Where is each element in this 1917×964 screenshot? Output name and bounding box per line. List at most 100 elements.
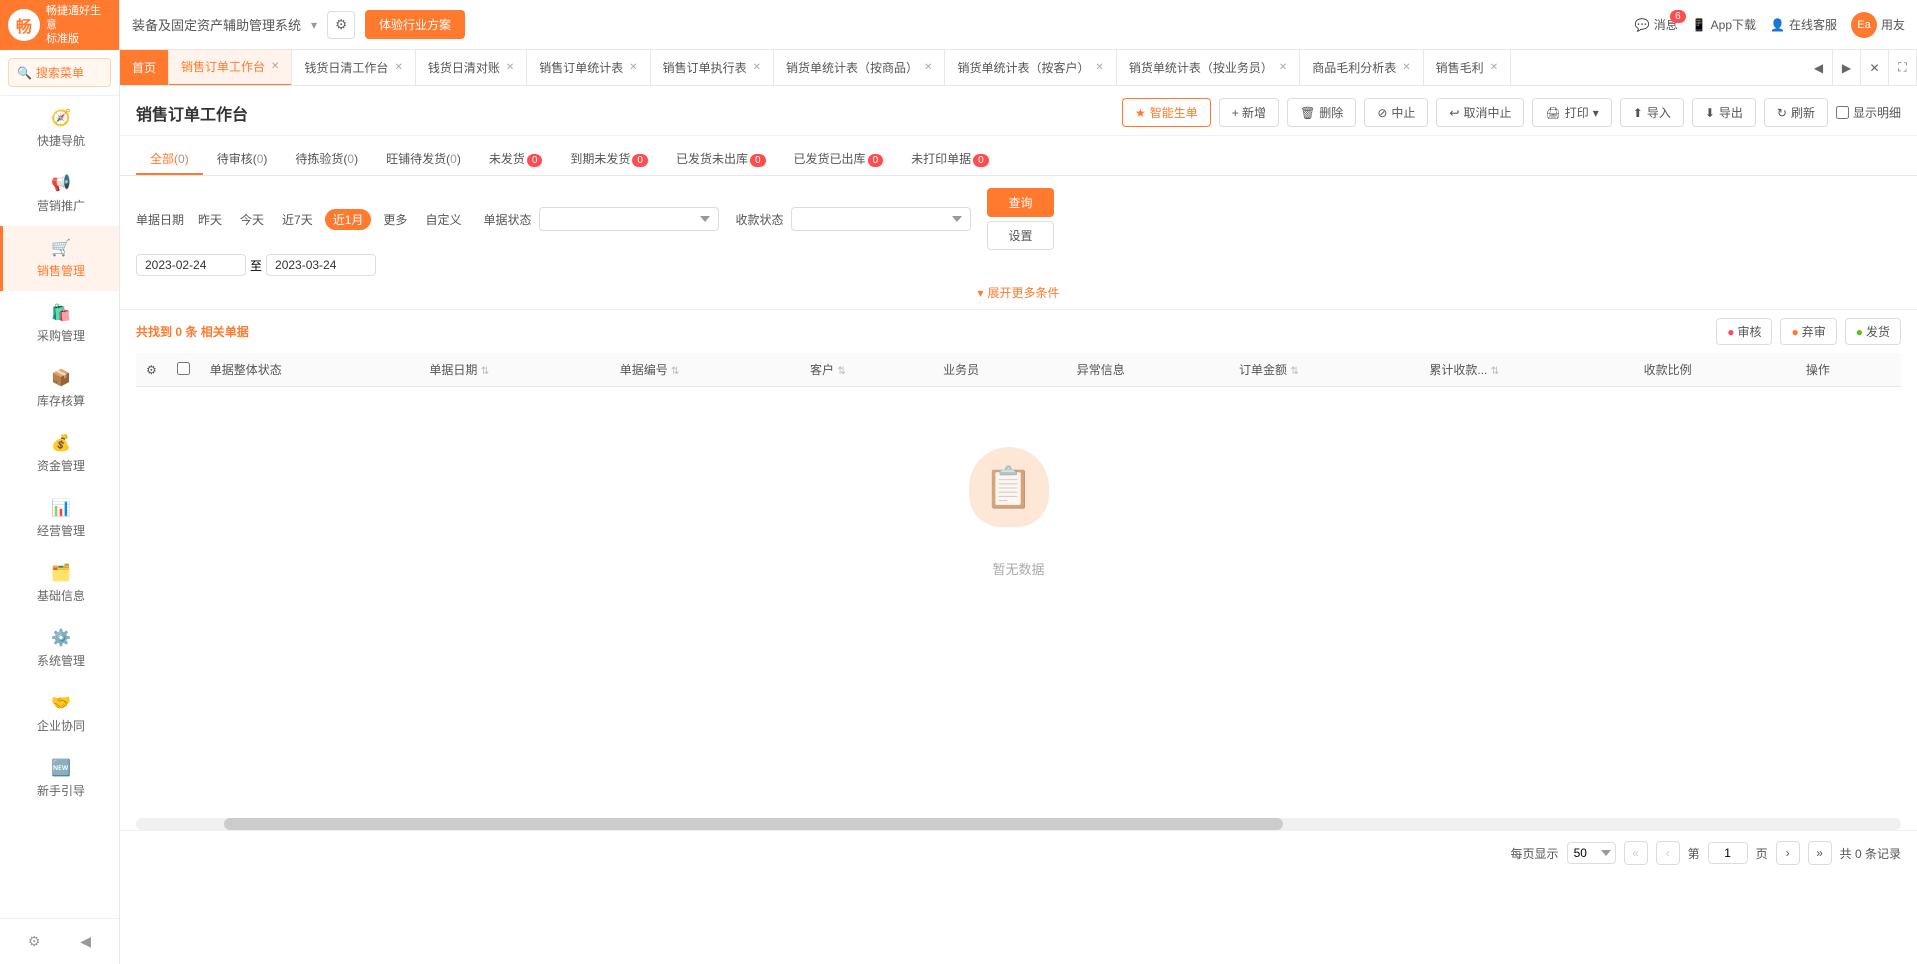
tab-close-icon[interactable]: ✕ bbox=[394, 62, 402, 73]
message-button[interactable]: 💬 消息 6 bbox=[1635, 16, 1678, 33]
import-button[interactable]: ⬆ 导入 bbox=[1620, 98, 1684, 127]
th-customer[interactable]: 客户 ⇅ bbox=[800, 353, 933, 387]
industry-solution-button[interactable]: 体验行业方案 bbox=[365, 10, 465, 39]
sidebar-item-operations[interactable]: 📊 经营管理 bbox=[0, 486, 119, 551]
sidebar-item-marketing[interactable]: 📢 营销推广 bbox=[0, 161, 119, 226]
show-detail-checkbox[interactable] bbox=[1836, 106, 1849, 119]
page-size-select[interactable]: 50 10 20 100 bbox=[1567, 842, 1616, 864]
tab-cash-reconcile[interactable]: 钱货日清对账 ✕ bbox=[416, 50, 527, 86]
print-button[interactable]: 🖨 打印 ▾ bbox=[1532, 98, 1611, 127]
sort-icon: ⇅ bbox=[671, 366, 679, 377]
filter-tab-expired-unshipped[interactable]: 到期未发货0 bbox=[556, 144, 662, 175]
filter-tab-wangpu[interactable]: 旺铺待发货(0) bbox=[372, 144, 475, 175]
sidebar-item-system[interactable]: ⚙️ 系统管理 bbox=[0, 616, 119, 681]
query-button[interactable]: 查询 bbox=[987, 188, 1053, 217]
th-number[interactable]: 单据编号 ⇅ bbox=[610, 353, 800, 387]
filter-tab-not-printed[interactable]: 未打印单据0 bbox=[897, 144, 1003, 175]
tab-close-icon[interactable]: ✕ bbox=[1279, 62, 1287, 73]
tab-sales-stats-order[interactable]: 销售订单统计表 ✕ bbox=[527, 50, 650, 86]
filter-tab-pending-check[interactable]: 待拣验货(0) bbox=[281, 144, 372, 175]
tab-profit-analysis[interactable]: 商品毛利分析表 ✕ bbox=[1300, 50, 1423, 86]
th-collected[interactable]: 累计收款... ⇅ bbox=[1419, 353, 1633, 387]
cancel-stop-button[interactable]: ↩ 取消中止 bbox=[1436, 98, 1524, 127]
app-download-button[interactable]: 📱 App下载 bbox=[1692, 16, 1756, 33]
refresh-button[interactable]: ↻ 刷新 bbox=[1764, 98, 1828, 127]
tab-close-all-button[interactable]: ✕ bbox=[1861, 50, 1889, 86]
message-icon: 💬 bbox=[1635, 18, 1650, 32]
tab-close-icon[interactable]: ✕ bbox=[753, 62, 761, 73]
online-service-button[interactable]: 👤 在线客服 bbox=[1770, 16, 1837, 33]
delete-icon: 🗑 bbox=[1300, 106, 1315, 120]
sidebar-item-guide[interactable]: 🆕 新手引导 bbox=[0, 746, 119, 811]
tab-sales-gross[interactable]: 销售毛利 ✕ bbox=[1424, 50, 1511, 86]
last7-shortcut[interactable]: 近7天 bbox=[276, 209, 319, 230]
more-shortcut[interactable]: 更多 bbox=[377, 209, 413, 230]
tab-close-icon[interactable]: ✕ bbox=[629, 62, 637, 73]
delete-button[interactable]: 🗑 删除 bbox=[1287, 98, 1356, 127]
tab-expand-button[interactable]: ⛶ bbox=[1889, 50, 1917, 86]
sidebar-item-finance[interactable]: 💰 资金管理 bbox=[0, 421, 119, 486]
th-amount[interactable]: 订单金额 ⇅ bbox=[1229, 353, 1419, 387]
sidebar-item-purchase[interactable]: 🛍️ 采购管理 bbox=[0, 291, 119, 356]
page-number-input[interactable] bbox=[1708, 842, 1748, 864]
filter-tab-shipped-warehoused[interactable]: 已发货已出库0 bbox=[780, 144, 898, 175]
th-settings[interactable]: ⚙ bbox=[136, 353, 167, 387]
last-page-button[interactable]: » bbox=[1808, 841, 1832, 865]
tab-prev-button[interactable]: ◀ bbox=[1805, 50, 1833, 86]
yesterday-shortcut[interactable]: 昨天 bbox=[192, 209, 228, 230]
filter-tab-pending-review[interactable]: 待审核(0) bbox=[203, 144, 282, 175]
last1m-shortcut[interactable]: 近1月 bbox=[325, 209, 372, 230]
next-page-button[interactable]: › bbox=[1776, 841, 1800, 865]
filter-tab-shipped-not-warehoused[interactable]: 已发货未出库0 bbox=[662, 144, 780, 175]
export-button[interactable]: ⬇ 导出 bbox=[1692, 98, 1756, 127]
tab-sales-exec[interactable]: 销售订单执行表 ✕ bbox=[651, 50, 774, 86]
tab-close-icon[interactable]: ✕ bbox=[924, 62, 932, 73]
first-page-button[interactable]: « bbox=[1624, 841, 1648, 865]
sidebar-item-sales[interactable]: 🛒 销售管理 bbox=[0, 226, 119, 291]
tab-cash-daily[interactable]: 钱货日清工作台 ✕ bbox=[292, 50, 415, 86]
review-button[interactable]: ● 审核 bbox=[1716, 318, 1772, 345]
payment-select[interactable] bbox=[791, 207, 971, 231]
stop-button[interactable]: ⊘ 中止 bbox=[1364, 98, 1428, 127]
search-icon: 🔍 bbox=[17, 66, 32, 80]
cancel-review-button[interactable]: ● 弃审 bbox=[1780, 318, 1836, 345]
prev-page-button[interactable]: ‹ bbox=[1656, 841, 1680, 865]
collapse-button[interactable]: ◀ bbox=[76, 929, 95, 954]
filter-tab-all[interactable]: 全部(0) bbox=[136, 144, 203, 175]
filter-tab-not-shipped[interactable]: 未发货0 bbox=[475, 144, 557, 175]
date-to-input[interactable] bbox=[266, 254, 376, 276]
tab-home[interactable]: 首页 bbox=[120, 50, 169, 86]
ship-button[interactable]: ● 发货 bbox=[1845, 318, 1901, 345]
tab-sales-stats-staff[interactable]: 销货单统计表（按业务员） ✕ bbox=[1117, 50, 1300, 86]
sidebar-item-label: 快捷导航 bbox=[37, 132, 85, 149]
tab-close-icon[interactable]: ✕ bbox=[1402, 62, 1410, 73]
topbar-settings-button[interactable]: ⚙ bbox=[327, 11, 355, 39]
date-from-input[interactable] bbox=[136, 254, 246, 276]
settings-button[interactable]: ⚙ bbox=[24, 929, 45, 954]
add-button[interactable]: + 新增 bbox=[1219, 98, 1279, 127]
tab-sales-stats-goods[interactable]: 销货单统计表（按商品） ✕ bbox=[774, 50, 945, 86]
smart-create-button[interactable]: ★ 智能生单 bbox=[1122, 98, 1211, 127]
expand-conditions-button[interactable]: ▾ 展开更多条件 bbox=[977, 284, 1059, 301]
sidebar-item-quick-nav[interactable]: 🧭 快捷导航 bbox=[0, 96, 119, 161]
select-all-checkbox[interactable] bbox=[177, 362, 190, 375]
sidebar-item-enterprise[interactable]: 🤝 企业协同 bbox=[0, 681, 119, 746]
today-shortcut[interactable]: 今天 bbox=[234, 209, 270, 230]
settings-filter-button[interactable]: 设置 bbox=[987, 221, 1053, 250]
tab-sales-stats-customer[interactable]: 销货单统计表（按客户） ✕ bbox=[945, 50, 1116, 86]
scrollbar-thumb[interactable] bbox=[224, 818, 1283, 830]
status-select[interactable] bbox=[539, 207, 719, 231]
tab-close-icon[interactable]: ✕ bbox=[506, 62, 514, 73]
sidebar-item-inventory[interactable]: 📦 库存核算 bbox=[0, 356, 119, 421]
sidebar-item-basic[interactable]: 🗂️ 基础信息 bbox=[0, 551, 119, 616]
custom-shortcut[interactable]: 自定义 bbox=[419, 209, 467, 230]
horizontal-scrollbar[interactable] bbox=[136, 818, 1901, 830]
tab-close-icon[interactable]: ✕ bbox=[1490, 62, 1498, 73]
tab-sales-order[interactable]: 销售订单工作台 ✕ bbox=[169, 50, 292, 86]
user-menu-button[interactable]: Ea 用友 bbox=[1851, 12, 1905, 38]
tab-next-button[interactable]: ▶ bbox=[1833, 50, 1861, 86]
search-menu-button[interactable]: 🔍 搜索菜单 bbox=[8, 58, 111, 87]
th-date[interactable]: 单据日期 ⇅ bbox=[419, 353, 609, 387]
tab-close-icon[interactable]: ✕ bbox=[1095, 62, 1103, 73]
tab-close-icon[interactable]: ✕ bbox=[271, 61, 279, 72]
